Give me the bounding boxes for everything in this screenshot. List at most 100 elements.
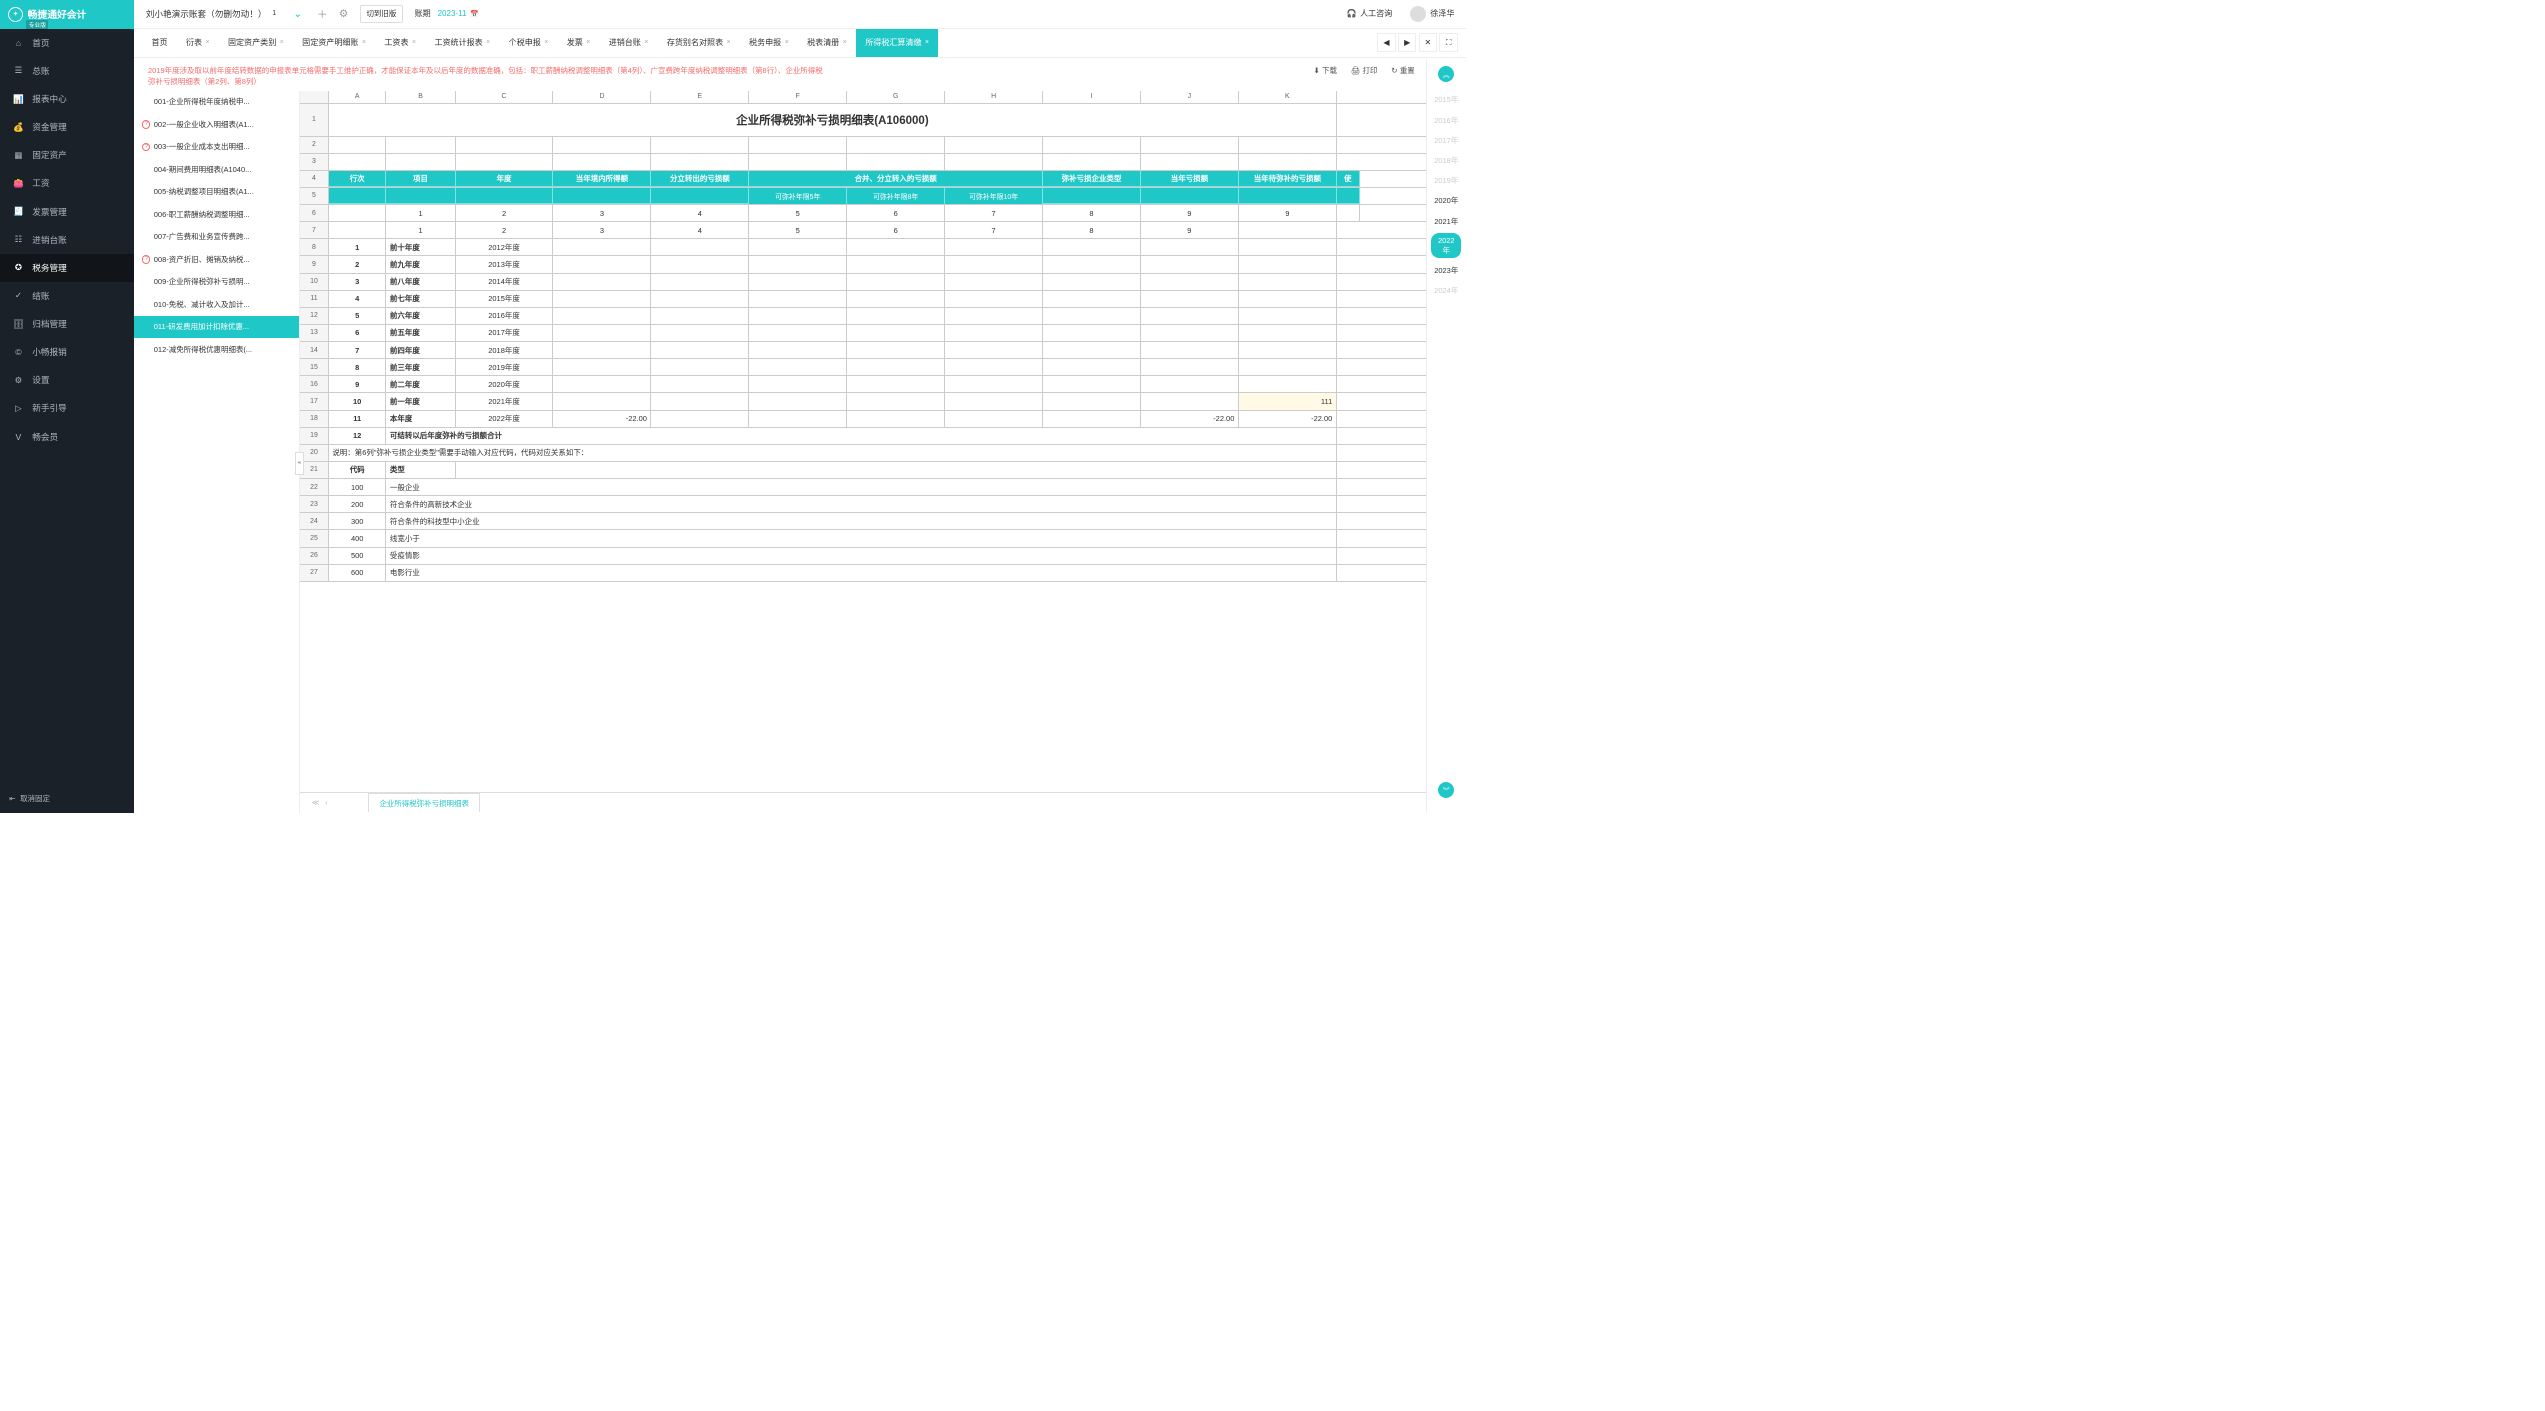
cell[interactable] (945, 239, 1043, 255)
row-number[interactable]: 16 (300, 376, 329, 392)
cell[interactable]: 2022年度 (456, 411, 554, 427)
row-number[interactable]: 24 (300, 513, 329, 529)
account-name[interactable]: 刘小艳演示账套（勿删勿动！） (146, 8, 267, 20)
close-icon[interactable]: × (280, 39, 284, 46)
form-item[interactable]: 004-期间费用明细表(A1040... (134, 158, 299, 181)
cell[interactable]: 年度 (456, 171, 554, 187)
cell[interactable]: 7 (945, 222, 1043, 238)
nav-archive[interactable]: 🗄 归档管理 (0, 310, 134, 338)
cell[interactable] (1239, 188, 1337, 204)
cell[interactable]: 前七年度 (386, 291, 455, 307)
sheet-tab[interactable]: 企业所得税弥补亏损明细表 (368, 793, 480, 812)
cell[interactable]: -22.00 (1141, 411, 1239, 427)
cell[interactable] (651, 291, 749, 307)
year-option[interactable]: 2017年 (1427, 130, 1466, 150)
cell[interactable] (1043, 393, 1141, 409)
cell[interactable] (1043, 308, 1141, 324)
cell[interactable]: 6 (329, 325, 387, 341)
nav-close[interactable]: ✓ 结账 (0, 282, 134, 310)
cell[interactable]: 本年度 (386, 411, 455, 427)
year-up-button[interactable]: ︽ (1438, 66, 1454, 82)
col-header[interactable]: F (749, 91, 847, 104)
cell[interactable]: 400 (329, 530, 387, 546)
cell[interactable]: 2019年度 (456, 359, 554, 375)
switch-old-button[interactable]: 切到旧版 (360, 5, 403, 23)
tab-进销台账[interactable]: 进销台账× (600, 29, 658, 57)
row-number[interactable]: 2 (300, 137, 329, 153)
row-number[interactable]: 22 (300, 479, 329, 495)
cell[interactable]: 前二年度 (386, 376, 455, 392)
cell[interactable] (553, 239, 651, 255)
cell[interactable] (1239, 274, 1337, 290)
cell[interactable]: 4 (651, 222, 749, 238)
cell[interactable]: 当年待弥补的亏损额 (1239, 171, 1337, 187)
close-icon[interactable]: × (925, 39, 929, 46)
cell[interactable]: 2014年度 (456, 274, 554, 290)
cell[interactable] (651, 308, 749, 324)
cell[interactable] (749, 308, 847, 324)
form-item[interactable]: 006-职工薪酬纳税调整明细... (134, 203, 299, 226)
year-option[interactable]: 2022年 (1431, 233, 1461, 258)
cell[interactable] (749, 393, 847, 409)
tab-所得税汇算清缴[interactable]: 所得税汇算清缴× (856, 29, 938, 57)
cell[interactable] (945, 393, 1043, 409)
account-dropdown-icon[interactable]: ⌄ (293, 8, 302, 20)
sheet-prev-icon[interactable]: ‹ (325, 798, 328, 807)
cell[interactable] (1141, 393, 1239, 409)
cell[interactable]: 2 (329, 256, 387, 272)
tab-prev-icon[interactable]: ◀ (1377, 33, 1395, 51)
nav-home[interactable]: ⌂ 首页 (0, 29, 134, 57)
year-option[interactable]: 2020年 (1427, 191, 1466, 211)
form-item[interactable]: 009-企业所得税弥补亏损明... (134, 271, 299, 294)
cell[interactable] (553, 376, 651, 392)
cell[interactable] (553, 359, 651, 375)
cell[interactable] (1043, 239, 1141, 255)
cell[interactable] (386, 188, 455, 204)
cell[interactable] (749, 239, 847, 255)
close-icon[interactable]: × (362, 39, 366, 46)
row-number[interactable]: 15 (300, 359, 329, 375)
cell[interactable] (945, 274, 1043, 290)
cell[interactable] (386, 137, 455, 153)
cell[interactable] (553, 137, 651, 153)
cell[interactable]: 代码 (329, 462, 387, 478)
tab-衍表[interactable]: 衍表× (177, 29, 219, 57)
cell[interactable]: 5 (749, 205, 847, 221)
cell[interactable]: 2015年度 (456, 291, 554, 307)
close-icon[interactable]: × (206, 39, 210, 46)
tab-固定资产类别[interactable]: 固定资产类别× (219, 29, 293, 57)
form-item[interactable]: 011-研发费用加计扣除优惠... (134, 316, 299, 339)
cell[interactable]: 2016年度 (456, 308, 554, 324)
cell[interactable]: 2021年度 (456, 393, 554, 409)
cell[interactable]: 4 (651, 205, 749, 221)
sheet-first-icon[interactable]: ≪ (312, 798, 320, 807)
cell[interactable] (651, 393, 749, 409)
tab-固定资产明细账[interactable]: 固定资产明细账× (293, 29, 375, 57)
cell[interactable] (847, 308, 945, 324)
col-header[interactable]: A (329, 91, 387, 104)
form-item[interactable]: 001-企业所得税年度纳税申... (134, 91, 299, 114)
cell[interactable] (553, 188, 651, 204)
cell[interactable]: 200 (329, 496, 387, 512)
tab-税务申报[interactable]: 税务申报× (740, 29, 798, 57)
cell[interactable] (847, 239, 945, 255)
cell[interactable]: 项目 (386, 171, 455, 187)
tab-next-icon[interactable]: ▶ (1398, 33, 1416, 51)
cell[interactable] (945, 376, 1043, 392)
tab-首页[interactable]: 首页 (142, 29, 177, 57)
consult-button[interactable]: 🎧 人工咨询 (1347, 8, 1393, 19)
cell[interactable] (553, 154, 651, 170)
cell[interactable] (553, 342, 651, 358)
cell[interactable] (1337, 205, 1360, 221)
tab-发票[interactable]: 发票× (558, 29, 600, 57)
cell[interactable]: 2020年度 (456, 376, 554, 392)
row-number[interactable]: 27 (300, 565, 329, 581)
year-option[interactable]: 2016年 (1427, 110, 1466, 130)
cell[interactable] (1141, 256, 1239, 272)
logo[interactable]: ✦ 畅捷通好会计 专业版 (0, 0, 134, 29)
cell[interactable]: 600 (329, 565, 387, 581)
cell[interactable]: -22.00 (1239, 411, 1337, 427)
sheet-body[interactable]: 1企业所得税弥补亏损明细表(A106000)234行次项目年度当年境内所得额分立… (300, 104, 1455, 792)
cell[interactable] (1239, 291, 1337, 307)
cell[interactable]: 5 (329, 308, 387, 324)
